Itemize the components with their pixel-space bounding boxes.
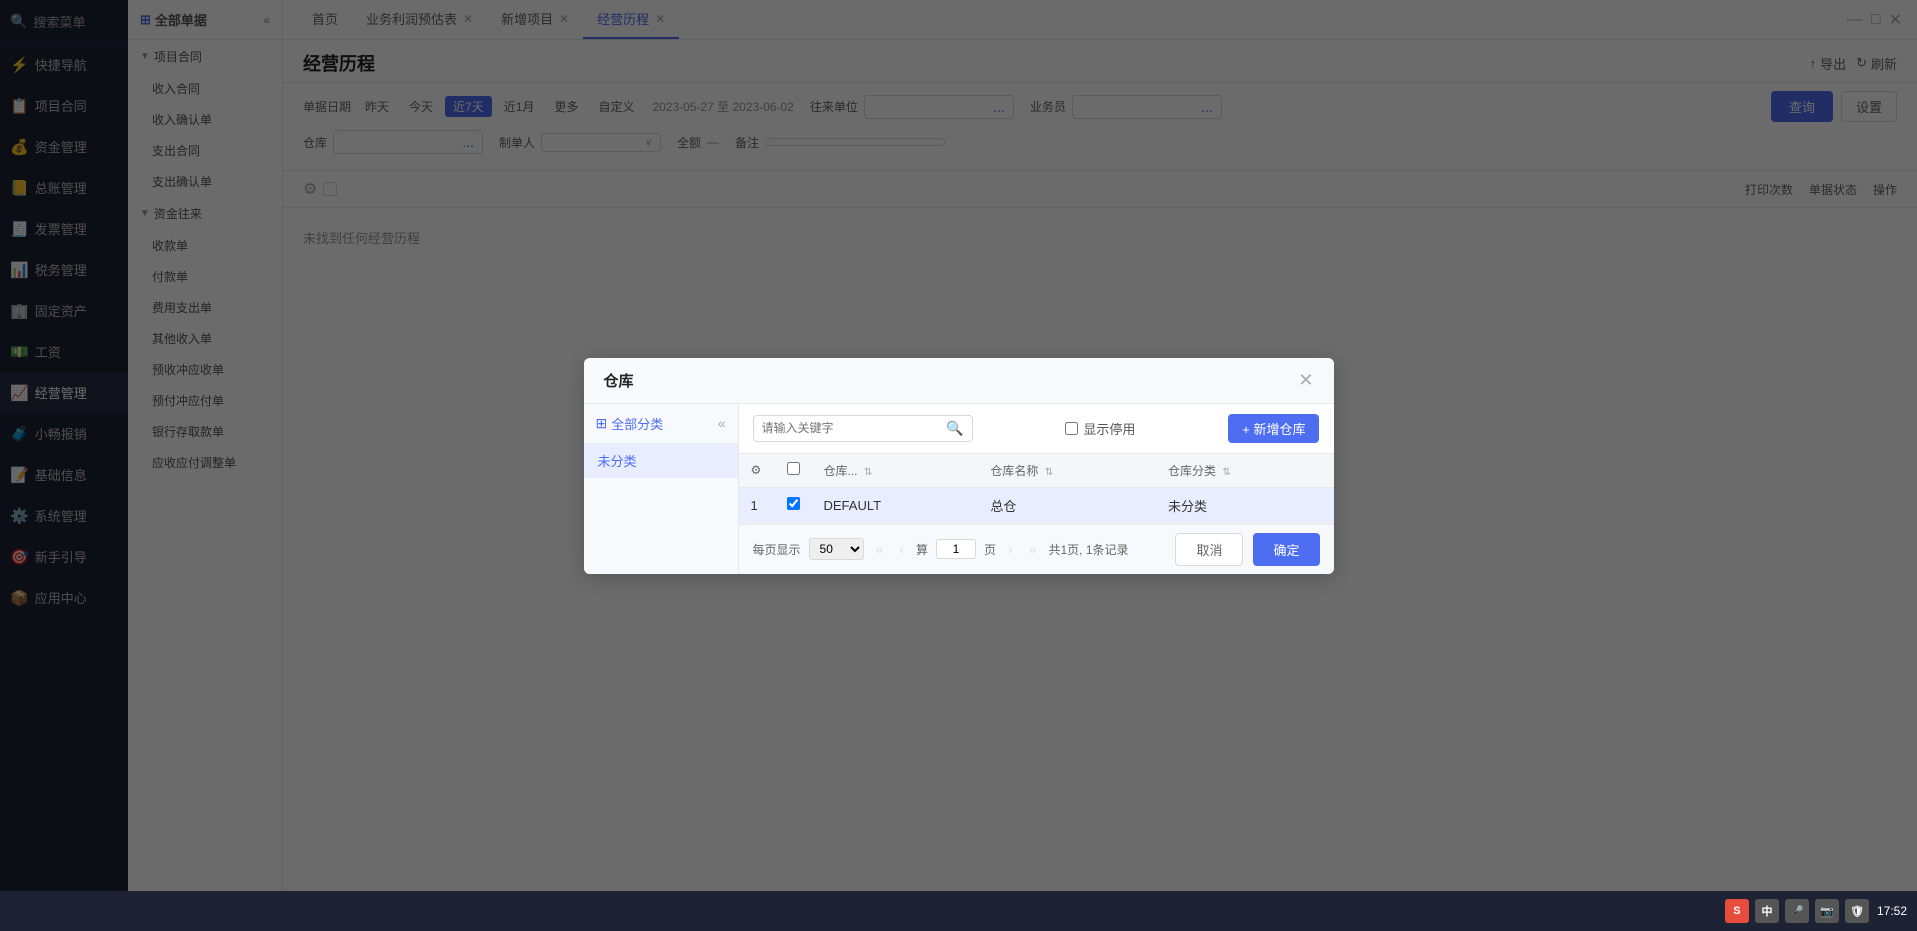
modal-left-item-0[interactable]: 未分类 <box>584 443 738 478</box>
modal-pagination: 每页显示 50 100 « ‹ 算 页 › » 共1页, 1条记录 <box>753 538 1129 560</box>
modal-prev-btn[interactable]: ‹ <box>895 539 908 559</box>
modal-left-header: ⊞ 全部分类 « <box>584 404 738 443</box>
taskbar-icon-mic[interactable]: 🎤 <box>1785 899 1809 923</box>
modal-footer: 每页显示 50 100 « ‹ 算 页 › » 共1页, 1条记录 <box>739 524 1334 574</box>
modal-overlay: 仓库 ✕ ⊞ 全部分类 « 未分类 <box>0 0 1917 931</box>
all-category-label[interactable]: 全部分类 <box>611 414 663 433</box>
modal-body: ⊞ 全部分类 « 未分类 🔍 显示停用 <box>584 404 1334 574</box>
modal-search-bar: 🔍 显示停用 + 新增仓库 <box>739 404 1334 454</box>
select-all-checkbox[interactable] <box>787 462 800 475</box>
row-check-0 <box>775 487 812 523</box>
confirm-btn[interactable]: 确定 <box>1253 533 1319 566</box>
modal-next-label: 页 <box>984 541 996 558</box>
warehouse-modal: 仓库 ✕ ⊞ 全部分类 « 未分类 <box>584 358 1334 574</box>
modal-last-btn[interactable]: » <box>1025 539 1041 559</box>
row-num-0: 1 <box>739 487 775 523</box>
sort-code-icon: ⇅ <box>864 467 872 478</box>
taskbar-icon-cam[interactable]: 📷 <box>1815 899 1839 923</box>
taskbar-icon-s[interactable]: S <box>1725 899 1749 923</box>
sort-category-icon: ⇅ <box>1222 467 1230 478</box>
modal-page-label-pre: 算 <box>916 541 928 558</box>
taskbar-icons: S 中 🎤 📷 🛡 <box>1725 899 1869 923</box>
modal-left-panel: ⊞ 全部分类 « 未分类 <box>584 404 739 574</box>
taskbar-icon-shield[interactable]: 🛡 <box>1845 899 1869 923</box>
th-code: 仓库... ⇅ <box>812 454 979 488</box>
add-warehouse-btn[interactable]: + 新增仓库 <box>1228 414 1319 443</box>
taskbar: S 中 🎤 📷 🛡 17:52 <box>0 891 1917 931</box>
modal-left-items: 未分类 <box>584 443 738 478</box>
modal-page-input[interactable] <box>936 539 976 559</box>
modal-first-btn[interactable]: « <box>872 539 888 559</box>
collapse-icon[interactable]: « <box>718 415 726 431</box>
th-settings: ⚙ <box>739 454 775 488</box>
modal-table-body: 1 DEFAULT 总仓 未分类 <box>739 487 1334 523</box>
modal-search-input[interactable] <box>762 421 943 435</box>
modal-per-page-select[interactable]: 50 100 <box>809 538 864 560</box>
modal-header: 仓库 ✕ <box>584 358 1334 404</box>
modal-search-wrapper: 🔍 <box>753 415 973 442</box>
table-row[interactable]: 1 DEFAULT 总仓 未分类 <box>739 487 1334 523</box>
show-disabled-label[interactable]: 显示停用 <box>1065 419 1135 438</box>
taskbar-time: 17:52 <box>1877 904 1907 918</box>
row-checkbox-0[interactable] <box>787 497 800 510</box>
taskbar-icon-zh[interactable]: 中 <box>1755 899 1779 923</box>
modal-close-btn[interactable]: ✕ <box>1298 370 1313 391</box>
col-settings-icon: ⚙ <box>751 463 762 477</box>
cancel-btn[interactable]: 取消 <box>1175 533 1243 566</box>
modal-table: ⚙ 仓库... ⇅ 仓库名称 ⇅ <box>739 454 1334 524</box>
show-disabled-checkbox[interactable] <box>1065 422 1078 435</box>
modal-next-btn[interactable]: › <box>1004 539 1017 559</box>
modal-total-text: 共1页, 1条记录 <box>1048 541 1128 558</box>
row-name-0: 总仓 <box>978 487 1156 523</box>
all-icon: ⊞ <box>596 415 608 432</box>
sort-name-icon: ⇅ <box>1045 467 1053 478</box>
row-code-0: DEFAULT <box>812 487 979 523</box>
th-category: 仓库分类 ⇅ <box>1156 454 1334 488</box>
modal-title: 仓库 <box>604 370 634 391</box>
modal-right-panel: 🔍 显示停用 + 新增仓库 ⚙ <box>739 404 1334 574</box>
row-category-0: 未分类 <box>1156 487 1334 523</box>
modal-per-page-label: 每页显示 <box>753 541 801 558</box>
th-checkbox <box>775 454 812 488</box>
th-name: 仓库名称 ⇅ <box>978 454 1156 488</box>
modal-search-icon: 🔍 <box>946 420 963 437</box>
modal-action-btns: 取消 确定 <box>1175 533 1319 566</box>
